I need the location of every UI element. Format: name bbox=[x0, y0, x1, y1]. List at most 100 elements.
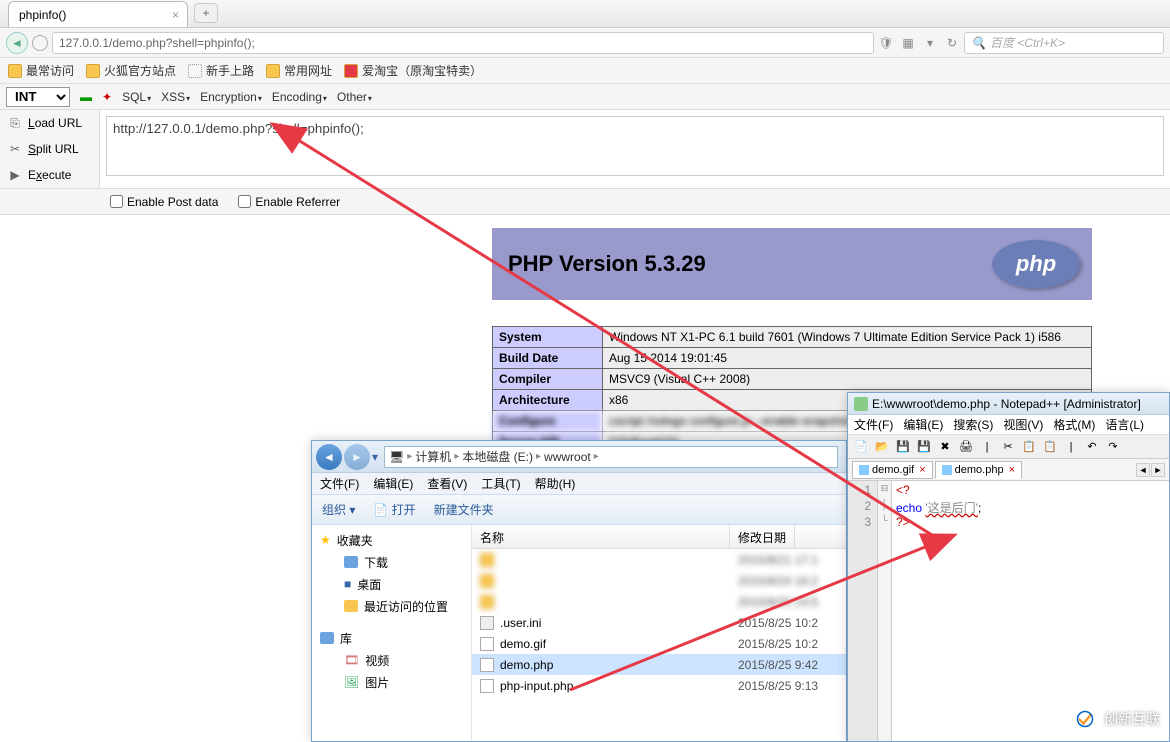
saveall-icon[interactable]: 💾 bbox=[915, 438, 933, 456]
list-item[interactable]: 2015/8/20 14:5 bbox=[472, 591, 846, 612]
list-item[interactable]: php-input.php2015/8/25 9:13 bbox=[472, 675, 846, 696]
computer-icon: 🖥 bbox=[389, 450, 404, 464]
phpinfo-title: PHP Version 5.3.29 bbox=[508, 251, 706, 277]
table-row: Build DateAug 15 2014 19:01:45 bbox=[493, 348, 1092, 369]
menu-file[interactable]: 文件(F) bbox=[854, 416, 893, 433]
code-area[interactable]: <? echo '这是后门'; ?> bbox=[892, 481, 1169, 741]
sidebar-item-pictures[interactable]: 🖼图片 bbox=[312, 671, 471, 693]
menu-format[interactable]: 格式(M) bbox=[1053, 416, 1095, 433]
organize-button[interactable]: 组织 ▾ bbox=[322, 501, 355, 518]
explorer-nav: ◄ ► ▾ 🖥▸ 计算机▸ 本地磁盘 (E:)▸ wwwroot▸ bbox=[312, 441, 846, 473]
bookmark-item[interactable]: 火狐官方站点 bbox=[86, 62, 176, 79]
explorer-window: ◄ ► ▾ 🖥▸ 计算机▸ 本地磁盘 (E:)▸ wwwroot▸ 文件(F) … bbox=[311, 440, 847, 742]
column-headers[interactable]: 名称修改日期 bbox=[472, 525, 846, 549]
browser-tab-bar: phpinfo() × + bbox=[0, 0, 1170, 28]
close-icon[interactable]: × bbox=[172, 8, 179, 22]
hackbar-options: Enable Post data Enable Referrer bbox=[0, 189, 1170, 215]
php-logo: php bbox=[992, 240, 1080, 288]
shield-icon[interactable]: 🛡 bbox=[878, 35, 894, 51]
breadcrumb[interactable]: 🖥▸ 计算机▸ 本地磁盘 (E:)▸ wwwroot▸ bbox=[384, 446, 838, 468]
notepadpp-icon bbox=[854, 397, 868, 411]
menu-search[interactable]: 搜索(S) bbox=[953, 416, 993, 433]
address-icons: 🛡 ▦ ▾ ↻ bbox=[878, 35, 960, 51]
save-icon[interactable]: 💾 bbox=[894, 438, 912, 456]
list-item[interactable]: .user.ini2015/8/25 10:2 bbox=[472, 612, 846, 633]
reload-icon[interactable]: ↻ bbox=[944, 35, 960, 51]
execute-button[interactable]: ▶Execute bbox=[0, 162, 99, 188]
undo-icon[interactable]: ↶ bbox=[1083, 438, 1101, 456]
list-item[interactable]: 2015/8/21 17:1 bbox=[472, 549, 846, 570]
close-icon[interactable]: ✖ bbox=[936, 438, 954, 456]
qr-icon[interactable]: ▦ bbox=[900, 35, 916, 51]
search-icon: 🔍 bbox=[971, 36, 986, 50]
encoding-menu[interactable]: Encoding bbox=[272, 90, 327, 104]
bookmarks-bar: 最常访问 火狐官方站点 新手上路 常用网址 爱淘宝（原淘宝特卖） bbox=[0, 58, 1170, 84]
chevron-down-icon[interactable]: ▾ bbox=[372, 450, 378, 464]
copy-icon[interactable]: 📋 bbox=[1020, 438, 1038, 456]
db-icon[interactable]: ▬ bbox=[80, 90, 92, 104]
menu-edit[interactable]: 编辑(E) bbox=[373, 475, 413, 492]
cut-icon[interactable]: ✂ bbox=[999, 438, 1017, 456]
int-select[interactable]: INT bbox=[6, 87, 70, 107]
menu-edit[interactable]: 编辑(E) bbox=[903, 416, 943, 433]
notepadpp-window: E:\wwwroot\demo.php - Notepad++ [Adminis… bbox=[847, 392, 1170, 742]
list-item-selected[interactable]: demo.php2015/8/25 9:42 bbox=[472, 654, 846, 675]
explorer-forward-button[interactable]: ► bbox=[344, 444, 370, 470]
sidebar-favorites[interactable]: ★收藏夹 bbox=[312, 529, 471, 551]
notepadpp-editor[interactable]: 123 ⊟│└ <? echo '这是后门'; ?> bbox=[848, 481, 1169, 741]
phpinfo-header: PHP Version 5.3.29 php bbox=[492, 228, 1092, 300]
notepadpp-titlebar[interactable]: E:\wwwroot\demo.php - Notepad++ [Adminis… bbox=[848, 393, 1169, 415]
redo-icon[interactable]: ↷ bbox=[1104, 438, 1122, 456]
bookmark-item[interactable]: 爱淘宝（原淘宝特卖） bbox=[344, 62, 482, 79]
paste-icon[interactable]: 📋 bbox=[1041, 438, 1059, 456]
dropdown-icon[interactable]: ▾ bbox=[922, 35, 938, 51]
hackbar-body: ⎘Load URL ✂Split URL ▶Execute bbox=[0, 110, 1170, 189]
enable-post-checkbox[interactable]: Enable Post data bbox=[110, 195, 218, 209]
menu-language[interactable]: 语言(L) bbox=[1105, 416, 1144, 433]
other-menu[interactable]: Other bbox=[337, 90, 372, 104]
bookmark-item[interactable]: 常用网址 bbox=[266, 62, 332, 79]
xss-menu[interactable]: XSS bbox=[161, 90, 190, 104]
explorer-back-button[interactable]: ◄ bbox=[316, 444, 342, 470]
browser-tab[interactable]: phpinfo() × bbox=[8, 1, 188, 27]
fold-gutter: ⊟│└ bbox=[878, 481, 892, 741]
load-url-button[interactable]: ⎘Load URL bbox=[0, 110, 99, 136]
sidebar-library[interactable]: 库 bbox=[312, 627, 471, 649]
sidebar-item-desktop[interactable]: ■桌面 bbox=[312, 573, 471, 595]
enable-referrer-checkbox[interactable]: Enable Referrer bbox=[238, 195, 340, 209]
hackbar-sidebar: ⎘Load URL ✂Split URL ▶Execute bbox=[0, 110, 100, 188]
menu-help[interactable]: 帮助(H) bbox=[535, 475, 576, 492]
watermark-logo bbox=[1072, 706, 1098, 732]
open-button[interactable]: 📄 打开 bbox=[373, 501, 415, 518]
menu-tools[interactable]: 工具(T) bbox=[481, 475, 520, 492]
new-icon[interactable]: 📄 bbox=[852, 438, 870, 456]
sidebar-item-downloads[interactable]: 下载 bbox=[312, 551, 471, 573]
list-item[interactable]: 2015/8/24 16:2 bbox=[472, 570, 846, 591]
bookmark-item[interactable]: 新手上路 bbox=[188, 62, 254, 79]
print-icon[interactable]: 🖨 bbox=[957, 438, 975, 456]
encryption-menu[interactable]: Encryption bbox=[200, 90, 262, 104]
open-icon[interactable]: 📂 bbox=[873, 438, 891, 456]
url-input[interactable]: 127.0.0.1/demo.php?shell=phpinfo(); bbox=[52, 32, 874, 54]
sidebar-item-videos[interactable]: 🎞视频 bbox=[312, 649, 471, 671]
hackbar-url-input[interactable] bbox=[106, 116, 1164, 176]
menu-file[interactable]: 文件(F) bbox=[320, 475, 359, 492]
menu-view[interactable]: 视图(V) bbox=[1003, 416, 1043, 433]
tab-next-icon[interactable]: ► bbox=[1151, 463, 1165, 477]
new-folder-button[interactable]: 新建文件夹 bbox=[434, 501, 494, 518]
split-url-button[interactable]: ✂Split URL bbox=[0, 136, 99, 162]
sql-menu[interactable]: SQL bbox=[122, 90, 151, 104]
tab-prev-icon[interactable]: ◄ bbox=[1136, 463, 1150, 477]
search-input[interactable]: 🔍 百度 <Ctrl+K> bbox=[964, 32, 1164, 54]
star-icon[interactable]: ✦ bbox=[102, 90, 112, 104]
list-item[interactable]: demo.gif2015/8/25 10:2 bbox=[472, 633, 846, 654]
bookmark-item[interactable]: 最常访问 bbox=[8, 62, 74, 79]
address-bar: ◄ 127.0.0.1/demo.php?shell=phpinfo(); 🛡 … bbox=[0, 28, 1170, 58]
editor-tab-active[interactable]: demo.php× bbox=[935, 461, 1022, 479]
editor-tab[interactable]: demo.gif× bbox=[852, 461, 933, 479]
table-row: CompilerMSVC9 (Visual C++ 2008) bbox=[493, 369, 1092, 390]
new-tab-button[interactable]: + bbox=[194, 3, 218, 23]
sidebar-item-recent[interactable]: 最近访问的位置 bbox=[312, 595, 471, 617]
back-button[interactable]: ◄ bbox=[6, 32, 28, 54]
menu-view[interactable]: 查看(V) bbox=[427, 475, 467, 492]
